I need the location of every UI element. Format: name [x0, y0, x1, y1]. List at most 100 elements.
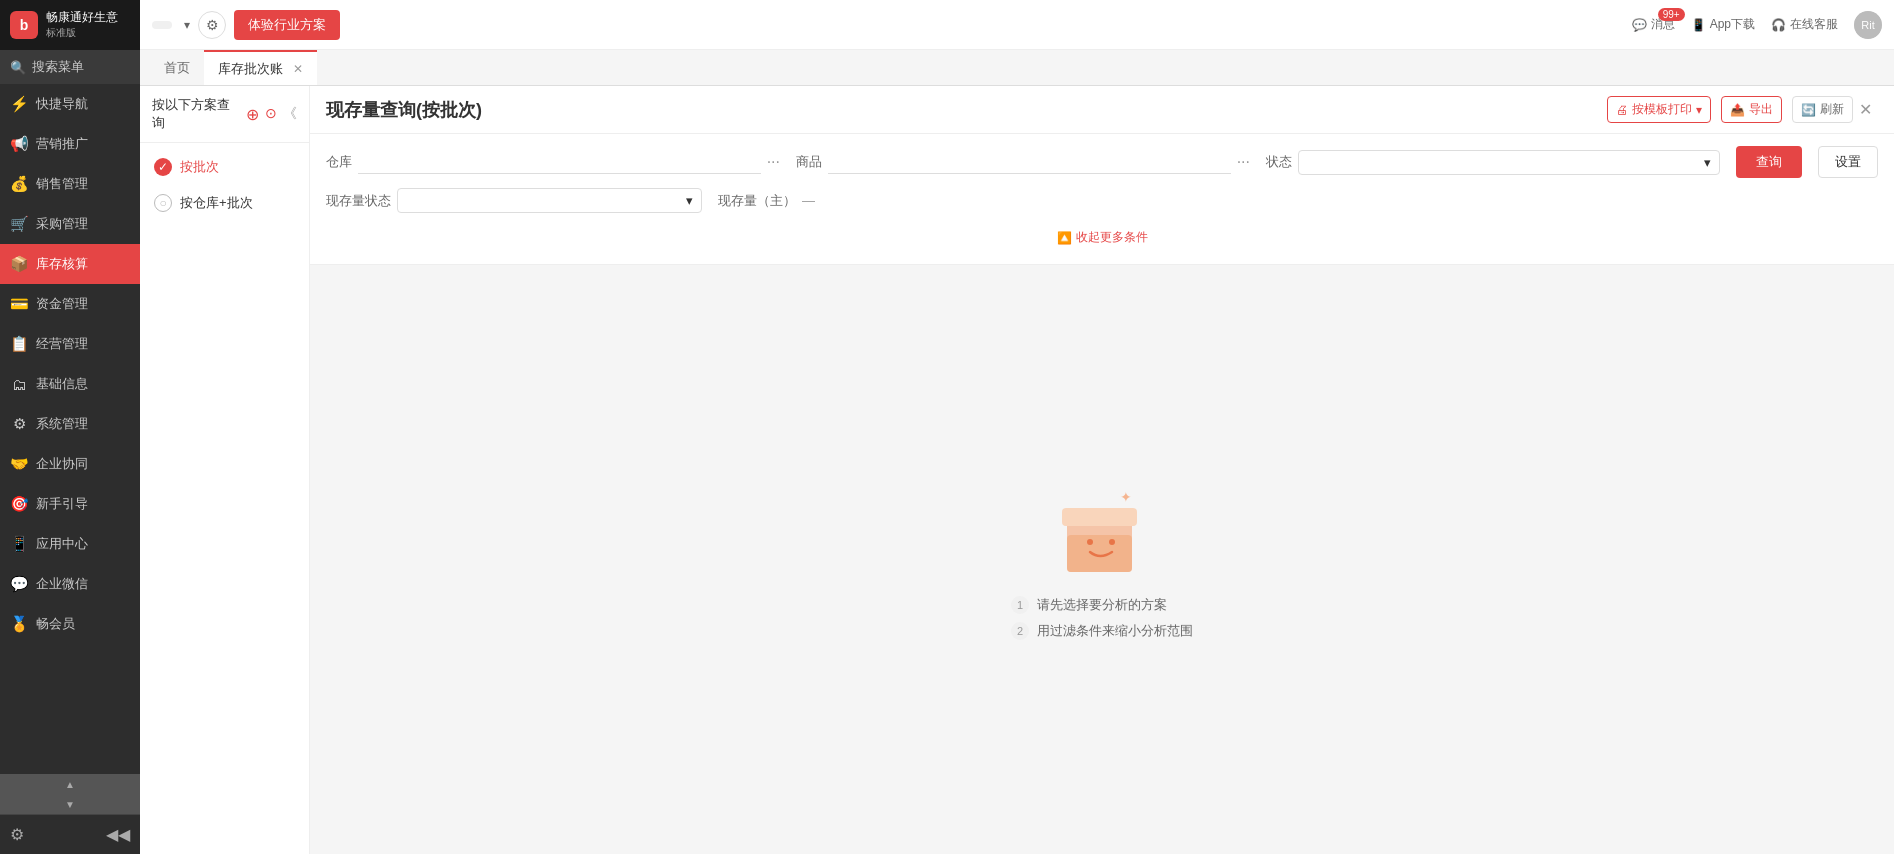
hint-text-1: 请先选择要分析的方案	[1037, 596, 1167, 614]
export-button[interactable]: 📤 导出	[1721, 96, 1782, 123]
svg-rect-2	[1067, 535, 1132, 572]
settings-icon[interactable]: ⚙	[10, 825, 24, 844]
tab-home-label: 首页	[164, 59, 190, 77]
sidebar-item-system[interactable]: ⚙ 系统管理	[0, 404, 140, 444]
sidebar-scroll-down[interactable]: ▼	[0, 794, 140, 814]
export-label: 导出	[1749, 101, 1773, 118]
collapse-filter-button[interactable]: 《	[283, 105, 297, 124]
tab-batch[interactable]: 库存批次账 ✕	[204, 50, 317, 85]
sidebar-item-collab[interactable]: 🤝企业协同	[0, 444, 140, 484]
sidebar-item-newbie[interactable]: 🎯新手引导	[0, 484, 140, 524]
inventory-status-dropdown-icon: ▾	[686, 193, 693, 208]
message-icon: 💬	[1632, 18, 1647, 32]
empty-hint-2: 2 用过滤条件来缩小分析范围	[1011, 622, 1193, 640]
nav-icon-purchase: 🛒	[10, 215, 28, 233]
online-service-button[interactable]: 🎧 在线客服	[1771, 16, 1838, 33]
sidebar: b 畅康通好生意 标准版 🔍 搜索菜单 ⚡快捷导航 📢 营销推广 💰销售管理🛒采购管理…	[0, 0, 140, 854]
status-select[interactable]: ▾	[1298, 150, 1720, 175]
sidebar-header: b 畅康通好生意 标准版	[0, 0, 140, 50]
collapse-more-label: 收起更多条件	[1076, 229, 1148, 246]
nav-icon-member: 🏅	[10, 615, 28, 633]
inventory-status-select[interactable]: ▾	[397, 188, 702, 213]
nav-label-marketing: 营销推广	[36, 135, 88, 153]
filter-section: 仓库 ··· 商品 ··· 状态 ▾	[310, 134, 1894, 265]
settings-button[interactable]: 设置	[1818, 146, 1878, 178]
page-header: 现存量查询(按批次) 🖨 按模板打印 ▾ 📤 导出 🔄 刷新	[310, 86, 1894, 134]
print-button[interactable]: 🖨 按模板打印 ▾	[1607, 96, 1711, 123]
headset-icon: 🎧	[1771, 18, 1786, 32]
filter-panel-header: 按以下方案查询 ⊕ ⊙ 《	[140, 86, 309, 143]
experience-industry-button[interactable]: 体验行业方案	[234, 10, 340, 40]
empty-illustration: ✦	[1052, 480, 1152, 580]
filter-row-1: 仓库 ··· 商品 ··· 状态 ▾	[326, 146, 1878, 178]
sidebar-item-finance[interactable]: 💳资金管理	[0, 284, 140, 324]
warehouse-input[interactable]	[358, 150, 761, 174]
sidebar-item-marketing[interactable]: 📢 营销推广	[0, 124, 140, 164]
collapse-sidebar-icon[interactable]: ◀◀	[106, 825, 130, 844]
export-icon: 📤	[1730, 103, 1745, 117]
sidebar-item-purchase[interactable]: 🛒采购管理	[0, 204, 140, 244]
filter-item-batch-label: 按批次	[180, 158, 219, 176]
product-more-icon[interactable]: ···	[1237, 153, 1250, 171]
refresh-button[interactable]: 🔄 刷新	[1792, 96, 1853, 123]
refresh-icon: 🔄	[1801, 103, 1816, 117]
sidebar-title: 畅康通好生意	[46, 10, 118, 26]
nav-icon-wechat: 💬	[10, 575, 28, 593]
page-title: 现存量查询(按批次)	[326, 98, 1607, 122]
warehouse-label: 仓库	[326, 153, 352, 171]
status-dropdown-icon: ▾	[1704, 155, 1711, 170]
messages-button[interactable]: 💬 消息 99+	[1632, 16, 1675, 33]
inventory-qty-label: 现存量（主）	[718, 192, 796, 210]
hint-number-1: 1	[1011, 596, 1029, 614]
warehouse-more-icon[interactable]: ···	[767, 153, 780, 171]
app-download-button[interactable]: 📱 App下载	[1691, 16, 1755, 33]
add-scheme-button[interactable]: ⊕	[246, 105, 259, 124]
phone-icon: 📱	[1691, 18, 1706, 32]
sidebar-item-member[interactable]: 🏅 畅会员	[0, 604, 140, 644]
sidebar-scroll-up[interactable]: ▲	[0, 774, 140, 794]
nav-label-inventory: 库存核算	[36, 255, 88, 273]
sidebar-item-inventory[interactable]: 📦库存核算	[0, 244, 140, 284]
product-input[interactable]	[828, 150, 1231, 174]
sidebar-item-operation[interactable]: 📋 经营管理	[0, 324, 140, 364]
filter-item-wb-label: 按仓库+批次	[180, 194, 253, 212]
inventory-qty-field: 现存量（主） —	[718, 192, 1094, 210]
gear-icon: ⚙	[206, 17, 219, 33]
search-menu-label: 搜索菜单	[32, 58, 84, 76]
brand-dropdown-button[interactable]: ▾	[184, 18, 190, 32]
edit-scheme-button[interactable]: ⊙	[265, 105, 277, 124]
sidebar-item-apps[interactable]: 📱应用中心	[0, 524, 140, 564]
page-actions: 🖨 按模板打印 ▾ 📤 导出 🔄 刷新	[1607, 96, 1853, 123]
sidebar-item-basic[interactable]: 🗂基础信息	[0, 364, 140, 404]
nav-label-member: 畅会员	[36, 615, 75, 633]
inventory-status-field: 现存量状态 ▾	[326, 188, 702, 213]
search-icon: 🔍	[10, 60, 26, 75]
empty-illustration-svg: ✦	[1052, 480, 1152, 580]
nav-label-operation: 经营管理	[36, 335, 88, 353]
sidebar-item-wechat[interactable]: 💬企业微信	[0, 564, 140, 604]
nav-icon-basic: 🗂	[10, 376, 28, 393]
nav-icon-operation: 📋	[10, 335, 28, 353]
page-close-button[interactable]: ✕	[1853, 98, 1878, 121]
sidebar-item-shortcut[interactable]: ⚡快捷导航	[0, 84, 140, 124]
filter-item-batch[interactable]: ✓ 按批次	[140, 149, 309, 185]
query-button[interactable]: 查询	[1736, 146, 1802, 178]
sidebar-nav: ⚡快捷导航 📢 营销推广 💰销售管理🛒采购管理📦库存核算💳资金管理 📋 经营管理 🗂基础信息…	[0, 84, 140, 774]
nav-icon-finance: 💳	[10, 295, 28, 313]
nav-label-shortcut: 快捷导航	[36, 95, 88, 113]
tab-batch-label: 库存批次账	[218, 60, 283, 78]
tab-home[interactable]: 首页	[150, 50, 204, 85]
nav-icon-marketing: 📢	[10, 135, 28, 153]
search-menu-button[interactable]: 🔍 搜索菜单	[0, 50, 140, 84]
sidebar-item-sales[interactable]: 💰销售管理	[0, 164, 140, 204]
tab-batch-close[interactable]: ✕	[293, 62, 303, 76]
nav-icon-system: ⚙	[10, 415, 28, 433]
user-avatar[interactable]: Rit	[1854, 11, 1882, 39]
filter-item-warehouse-batch[interactable]: ○ 按仓库+批次	[140, 185, 309, 221]
filter-header-label: 按以下方案查询	[152, 96, 238, 132]
topbar: ▾ ⚙ 体验行业方案 💬 消息 99+ 📱 App下载 🎧 在线客服 Rit	[140, 0, 1894, 50]
online-service-label: 在线客服	[1790, 16, 1838, 33]
collapse-more-button[interactable]: 🔼 收起更多条件	[326, 223, 1878, 252]
nav-label-system: 系统管理	[36, 415, 88, 433]
topbar-settings-button[interactable]: ⚙	[198, 11, 226, 39]
